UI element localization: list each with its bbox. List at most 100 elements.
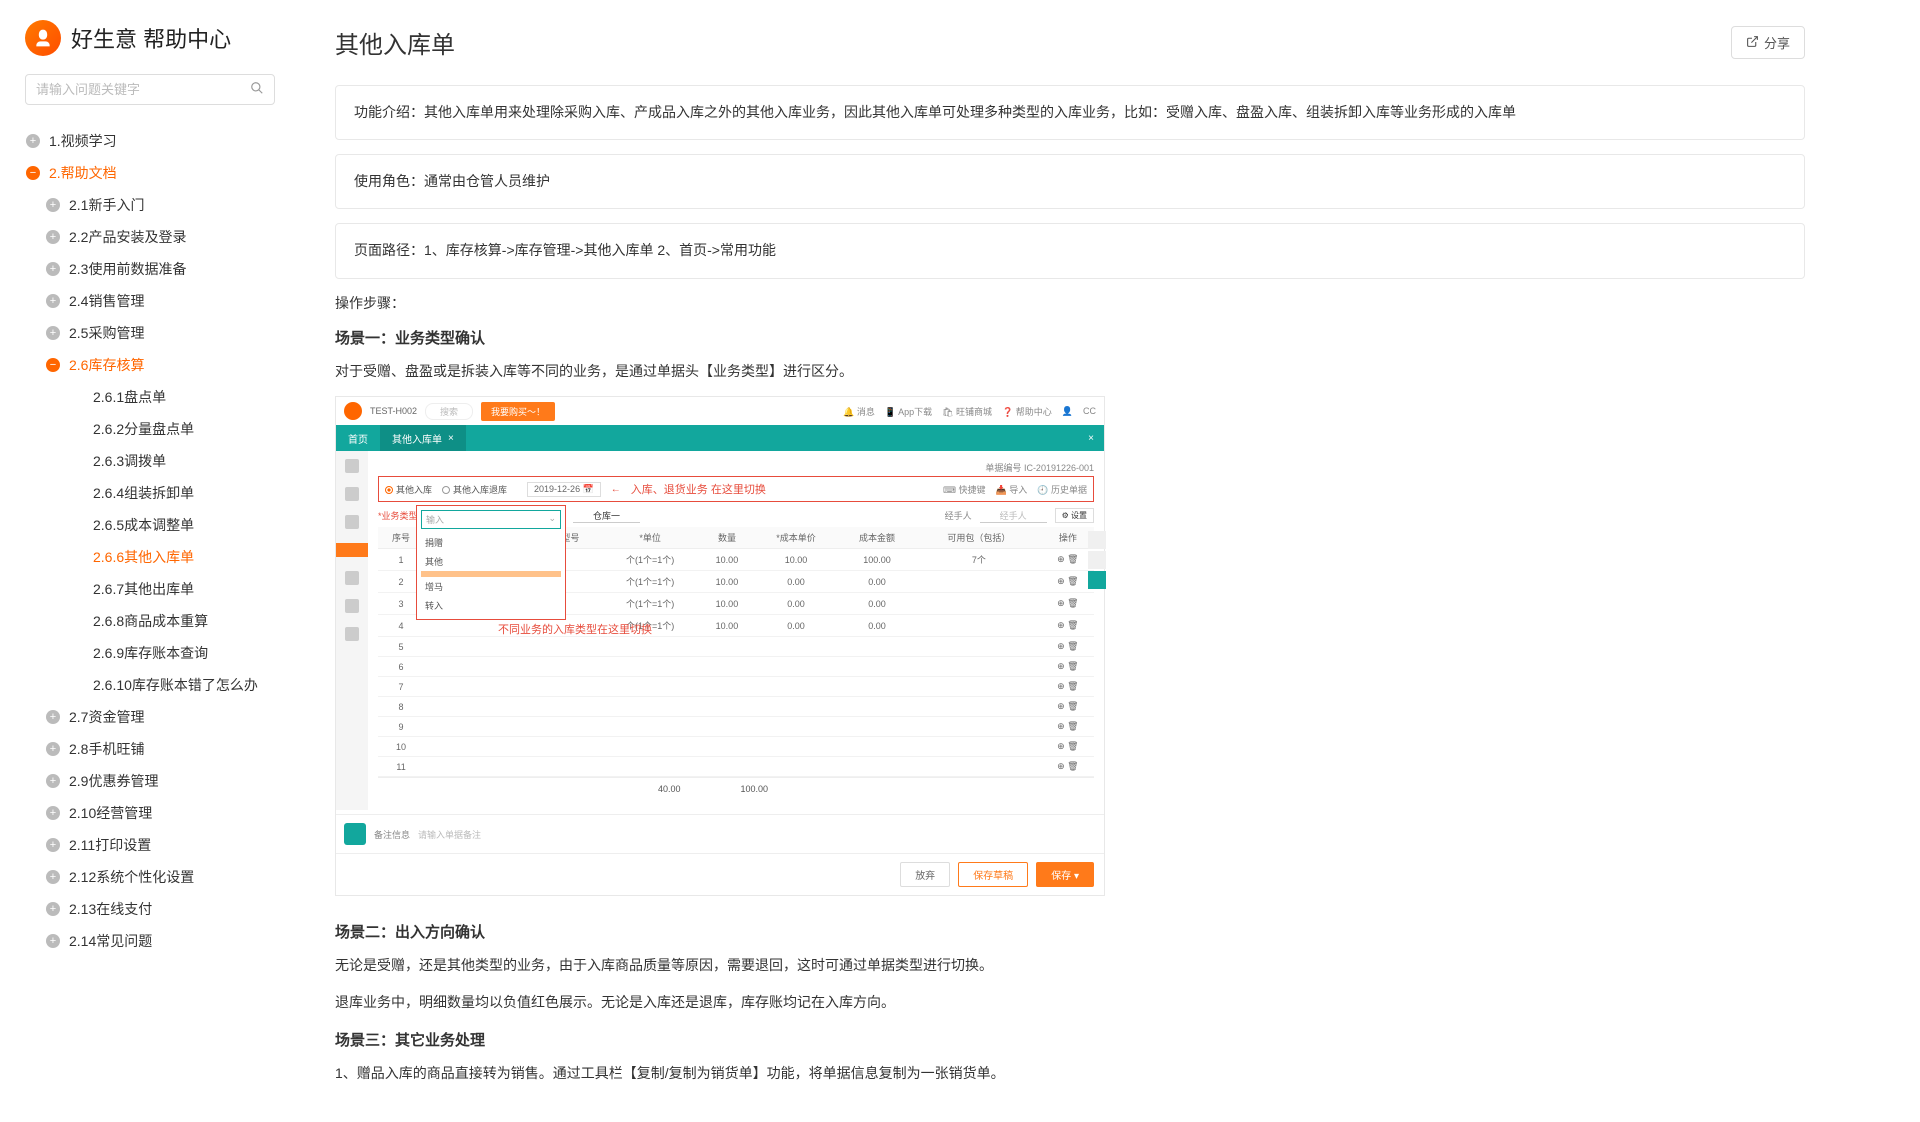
minus-icon: − bbox=[45, 357, 61, 373]
nav-item-2-2[interactable]: +2.2产品安装及登录 bbox=[45, 221, 275, 253]
ss-nav-icon bbox=[345, 627, 359, 641]
scene3-title: 场景三：其它业务处理 bbox=[335, 1029, 1805, 1050]
nav-item-2-4[interactable]: +2.4销售管理 bbox=[45, 285, 275, 317]
ss-content: 单据编号 IC-20191226-001 其他入库 其他入库退库 2019-12… bbox=[368, 451, 1104, 810]
steps-label: 操作步骤： bbox=[335, 293, 1805, 313]
ss-btn-draft: 保存草稿 bbox=[958, 862, 1028, 887]
ss-avatar-icon: 👤 bbox=[1062, 406, 1073, 417]
intro-box: 功能介绍：其他入库单用来处理除采购入库、产成品入库之外的其他入库业务，因此其他入… bbox=[335, 85, 1805, 140]
nav-leaf-2-6-10[interactable]: 2.6.10库存账本错了怎么办 bbox=[69, 669, 275, 701]
nav-item-video[interactable]: +1.视频学习 bbox=[25, 125, 275, 157]
embedded-screenshot: TEST-H002 搜索 我要购买～！ 🔔 消息 📱 App下载 🛍 旺铺商城 … bbox=[335, 396, 1105, 896]
ss-trial-btn: 我要购买～！ bbox=[481, 402, 555, 421]
ss-tabs-close-icon: × bbox=[1078, 433, 1104, 444]
nav-leaf-2-6-4[interactable]: 2.6.4组装拆卸单 bbox=[69, 477, 275, 509]
plus-icon: + bbox=[45, 261, 61, 277]
nav-leaf-2-6-5[interactable]: 2.6.5成本调整单 bbox=[69, 509, 275, 541]
ss-annot2: 不同业务的入库类型在这里切换 bbox=[498, 621, 652, 637]
plus-icon: + bbox=[45, 293, 61, 309]
nav-item-2-10[interactable]: +2.10经营管理 bbox=[45, 797, 275, 829]
plus-icon: + bbox=[45, 229, 61, 245]
ss-type-row: 其他入库 其他入库退库 2019-12-26 📅 ← 入库、退货业务 在这里切换… bbox=[378, 476, 1094, 502]
ss-remark-input: 请输入单据备注 bbox=[418, 828, 1096, 841]
tool-icon bbox=[1088, 551, 1106, 569]
nav-item-2-6[interactable]: −2.6库存核算 bbox=[45, 349, 275, 381]
ss-msg: 🔔 消息 bbox=[843, 405, 875, 418]
nav-item-2-13[interactable]: +2.13在线支付 bbox=[45, 893, 275, 925]
ss-docno: 单据编号 IC-20191226-001 bbox=[985, 461, 1094, 474]
nav-item-2-1[interactable]: +2.1新手入门 bbox=[45, 189, 275, 221]
nav-leaf-2-6-6[interactable]: 2.6.6其他入库单 bbox=[69, 541, 275, 573]
page-title: 其他入库单 bbox=[335, 25, 455, 60]
ss-field-biz: *业务类型 bbox=[378, 509, 418, 522]
intro-text: 其他入库单用来处理除采购入库、产成品入库之外的其他入库业务，因此其他入库单可处理… bbox=[424, 104, 1516, 120]
brand-logo-icon bbox=[25, 20, 61, 56]
search-box[interactable] bbox=[25, 74, 275, 105]
ss-right-tools bbox=[1088, 531, 1106, 589]
ss-user: CC bbox=[1083, 406, 1096, 416]
scene1-title: 场景一：业务类型确认 bbox=[335, 327, 1805, 348]
search-icon[interactable] bbox=[250, 81, 264, 98]
ss-wh-value: 仓库一 bbox=[573, 509, 640, 523]
ss-radio-out: 其他入库退库 bbox=[442, 483, 507, 496]
nav-leaf-2-6-8[interactable]: 2.6.8商品成本重算 bbox=[69, 605, 275, 637]
ss-remark-label: 备注信息 bbox=[374, 828, 410, 841]
ss-tool-history: 🕘 历史单据 bbox=[1037, 483, 1087, 496]
ss-tabs: 首页 其他入库单 × × bbox=[336, 425, 1104, 451]
path-box: 页面路径：1、库存核算->库存管理->其他入库单 2、首页->常用功能 bbox=[335, 223, 1805, 278]
nav-item-2-9[interactable]: +2.9优惠券管理 bbox=[45, 765, 275, 797]
ss-total-amt: 100.00 bbox=[741, 784, 769, 794]
ss-search-ph: 搜索 bbox=[425, 403, 473, 420]
plus-icon: + bbox=[45, 837, 61, 853]
ss-toolbar: 单据编号 IC-20191226-001 bbox=[378, 459, 1094, 476]
table-row: 10⊕ 🗑 bbox=[378, 737, 1094, 757]
ss-operator-input: 经手人 bbox=[980, 509, 1047, 523]
nav-item-2-5[interactable]: +2.5采购管理 bbox=[45, 317, 275, 349]
table-row: 9⊕ 🗑 bbox=[378, 717, 1094, 737]
nav-leaf-2-6-2[interactable]: 2.6.2分量盘点单 bbox=[69, 413, 275, 445]
nav-leaf-2-6-9[interactable]: 2.6.9库存账本查询 bbox=[69, 637, 275, 669]
ss-annot1: 入库、退货业务 在这里切换 bbox=[631, 481, 766, 497]
main-content: 其他入库单 分享 功能介绍：其他入库单用来处理除采购入库、产成品入库之外的其他入… bbox=[295, 0, 1845, 1122]
intro-label: 功能介绍： bbox=[354, 104, 424, 120]
nav-item-docs[interactable]: −2.帮助文档 bbox=[25, 157, 275, 189]
ss-account: TEST-H002 bbox=[370, 406, 417, 416]
ss-logo-icon bbox=[344, 402, 362, 420]
ss-totals: 40.00 100.00 bbox=[378, 777, 1094, 800]
ss-nav-icon bbox=[345, 515, 359, 529]
ss-tab-home: 首页 bbox=[336, 425, 380, 451]
nav-leaf-2-6-3[interactable]: 2.6.3调拨单 bbox=[69, 445, 275, 477]
path-text: 1、库存核算->库存管理->其他入库单 2、首页->常用功能 bbox=[424, 242, 776, 258]
nav-item-2-8[interactable]: +2.8手机旺铺 bbox=[45, 733, 275, 765]
ss-operator-label: 经手人 bbox=[945, 509, 972, 522]
table-row: 6⊕ 🗑 bbox=[378, 657, 1094, 677]
ss-nav-icon bbox=[345, 459, 359, 473]
table-row: 7⊕ 🗑 bbox=[378, 677, 1094, 697]
nav-item-2-3[interactable]: +2.3使用前数据准备 bbox=[45, 253, 275, 285]
nav-item-2-7[interactable]: +2.7资金管理 bbox=[45, 701, 275, 733]
nav-item-2-12[interactable]: +2.12系统个性化设置 bbox=[45, 861, 275, 893]
ss-help: ❓ 帮助中心 bbox=[1002, 405, 1052, 418]
search-input[interactable] bbox=[36, 82, 250, 97]
scene3-text: 1、赠品入库的商品直接转为销售。通过工具栏【复制/复制为销货单】功能，将单据信息… bbox=[335, 1060, 1805, 1087]
scene2-text1: 无论是受赠，还是其他类型的业务，由于入库商品质量等原因，需要退回，这时可通过单据… bbox=[335, 952, 1805, 979]
brand-row: 好生意 帮助中心 bbox=[25, 20, 275, 56]
plus-icon: + bbox=[45, 741, 61, 757]
plus-icon: + bbox=[45, 773, 61, 789]
scene1-text: 对于受赠、盘盈或是拆装入库等不同的业务，是通过单据头【业务类型】进行区分。 bbox=[335, 358, 1805, 385]
nav-item-2-14[interactable]: +2.14常见问题 bbox=[45, 925, 275, 957]
ss-radio-in: 其他入库 bbox=[385, 483, 432, 496]
role-box: 使用角色：通常由仓管人员维护 bbox=[335, 154, 1805, 209]
nav-leaf-2-6-1[interactable]: 2.6.1盘点单 bbox=[69, 381, 275, 413]
ss-remark-row: 备注信息 请输入单据备注 bbox=[336, 814, 1104, 853]
plus-icon: + bbox=[25, 133, 41, 149]
role-label: 使用角色： bbox=[354, 173, 424, 189]
plus-icon: + bbox=[45, 869, 61, 885]
ss-tool-import: 📥 导入 bbox=[996, 483, 1028, 496]
nav-item-2-11[interactable]: +2.11打印设置 bbox=[45, 829, 275, 861]
brand-title: 好生意 帮助中心 bbox=[71, 22, 231, 54]
remark-icon bbox=[344, 823, 366, 845]
share-button[interactable]: 分享 bbox=[1731, 26, 1805, 59]
ss-dropdown: 输入⌄ 捐赠 其他 增马 转入 bbox=[416, 505, 566, 620]
nav-leaf-2-6-7[interactable]: 2.6.7其他出库单 bbox=[69, 573, 275, 605]
